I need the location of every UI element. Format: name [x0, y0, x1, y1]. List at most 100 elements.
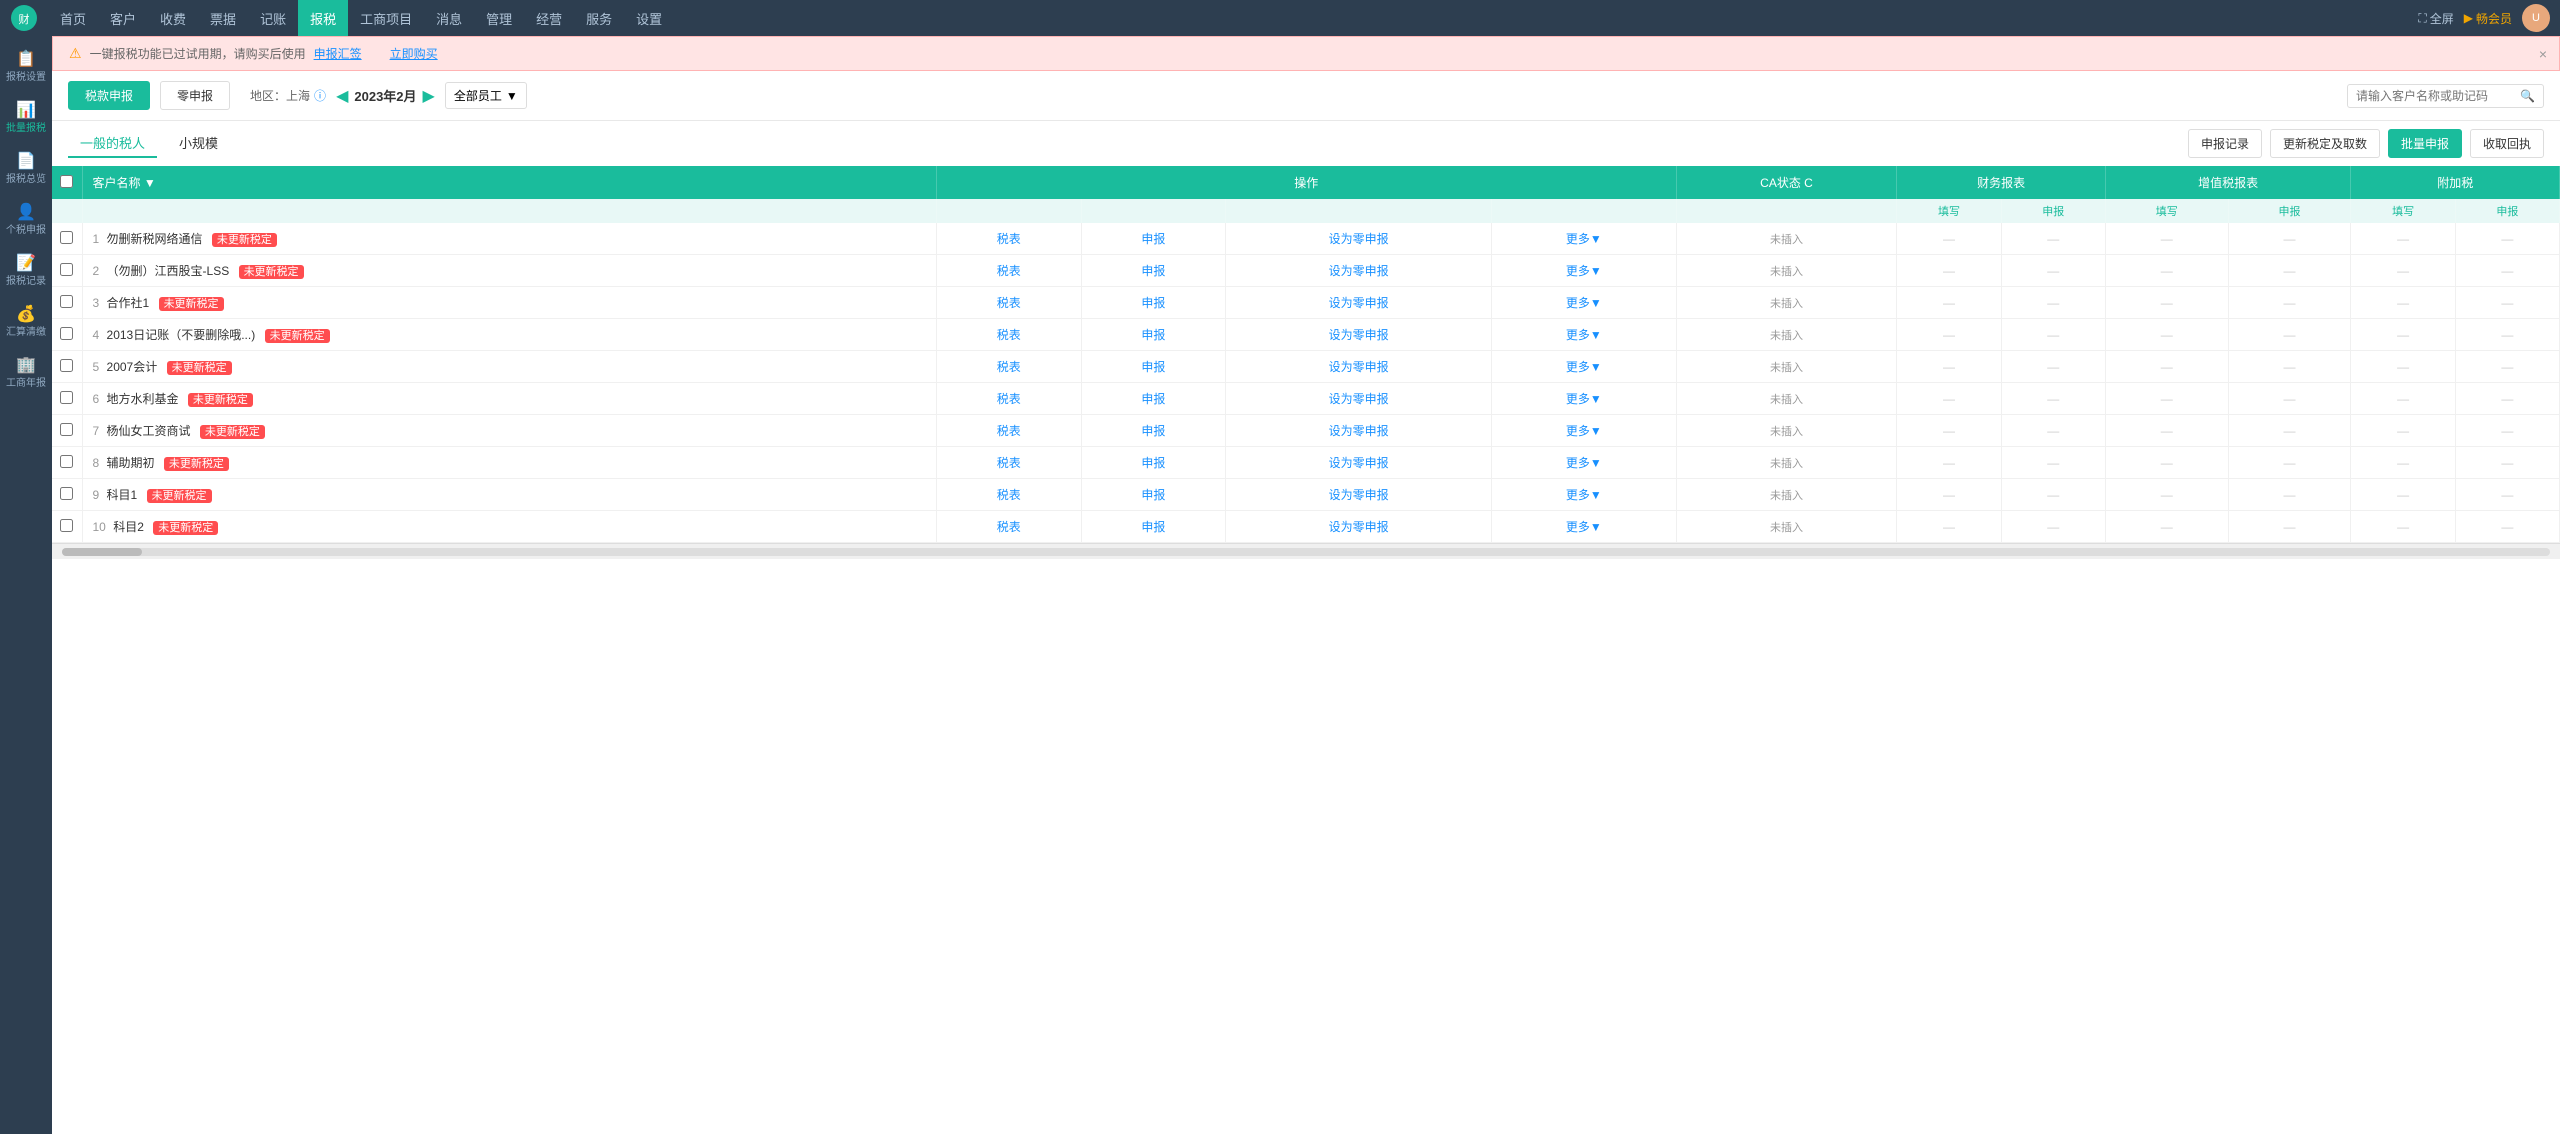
row-check-1[interactable] — [60, 263, 73, 276]
row-op4-0[interactable]: 更多▼ — [1491, 223, 1676, 255]
sidebar-item-tax-overview[interactable]: 📄 报税总览 — [0, 143, 52, 194]
logo[interactable]: 财 — [10, 4, 38, 32]
row-op1-8[interactable]: 税表 — [936, 479, 1081, 511]
sidebar-item-tax-records[interactable]: 📝 报税记录 — [0, 245, 52, 296]
nav-business[interactable]: 工商项目 — [348, 0, 424, 36]
scroll-thumb[interactable] — [62, 548, 142, 556]
row-op1-3[interactable]: 税表 — [936, 319, 1081, 351]
user-avatar[interactable]: U — [2522, 4, 2550, 32]
row-check-9[interactable] — [60, 519, 73, 532]
row-op3-7[interactable]: 设为零申报 — [1226, 447, 1492, 479]
sidebar-item-tax-settings[interactable]: 📋 报税设置 — [0, 41, 52, 92]
notice-link-report[interactable]: 申报汇签 — [314, 45, 362, 62]
row-check-4[interactable] — [60, 359, 73, 372]
row-op4-6[interactable]: 更多▼ — [1491, 415, 1676, 447]
nav-service[interactable]: 服务 — [574, 0, 624, 36]
apply-record-button[interactable]: 申报记录 — [2188, 129, 2262, 158]
date-next-arrow[interactable]: ▶ — [423, 86, 435, 106]
row-op1-6[interactable]: 税表 — [936, 415, 1081, 447]
row-op2-2[interactable]: 申报 — [1081, 287, 1226, 319]
retrieve-button[interactable]: 收取回执 — [2470, 129, 2544, 158]
row-op4-7[interactable]: 更多▼ — [1491, 447, 1676, 479]
update-tax-rate-button[interactable]: 更新税定及取数 — [2270, 129, 2380, 158]
row-op3-6[interactable]: 设为零申报 — [1226, 415, 1492, 447]
row-op1-2[interactable]: 税表 — [936, 287, 1081, 319]
row-op1-4[interactable]: 税表 — [936, 351, 1081, 383]
staff-selector[interactable]: 全部员工 ▼ — [445, 82, 527, 109]
batch-apply-button[interactable]: 批量申报 — [2388, 129, 2462, 158]
nav-operation[interactable]: 经营 — [524, 0, 574, 36]
row-op3-5[interactable]: 设为零申报 — [1226, 383, 1492, 415]
row-check-7[interactable] — [60, 455, 73, 468]
row-op3-0[interactable]: 设为零申报 — [1226, 223, 1492, 255]
search-input[interactable] — [2356, 89, 2516, 103]
nav-tax[interactable]: 报税 — [298, 0, 348, 36]
date-prev-arrow[interactable]: ◀ — [336, 86, 348, 106]
nav-settings[interactable]: 设置 — [624, 0, 674, 36]
sidebar-item-batch-tax[interactable]: 📊 批量报税 — [0, 92, 52, 143]
type-tab-general[interactable]: 一般的税人 — [68, 129, 157, 158]
notice-link-buy[interactable]: 立即购买 — [390, 45, 438, 62]
tab-zero-declaration[interactable]: 零申报 — [160, 81, 230, 110]
tab-tax-declaration[interactable]: 税款申报 — [68, 81, 150, 110]
row-op4-3[interactable]: 更多▼ — [1491, 319, 1676, 351]
notice-close-button[interactable]: × — [2539, 46, 2547, 62]
row-op2-6[interactable]: 申报 — [1081, 415, 1226, 447]
row-op3-8[interactable]: 设为零申报 — [1226, 479, 1492, 511]
table-row: 6 地方水利基金 未更新税定 税表 申报 设为零申报 更多▼ 未插入 — — —… — [52, 383, 2560, 415]
row-op2-3[interactable]: 申报 — [1081, 319, 1226, 351]
row-op3-3[interactable]: 设为零申报 — [1226, 319, 1492, 351]
sidebar-label-tax-records: 报税记录 — [6, 276, 46, 288]
row-op2-9[interactable]: 申报 — [1081, 511, 1226, 543]
nav-manage[interactable]: 管理 — [474, 0, 524, 36]
row-op4-4[interactable]: 更多▼ — [1491, 351, 1676, 383]
nav-billing[interactable]: 收费 — [148, 0, 198, 36]
search-icon[interactable]: 🔍 — [2520, 89, 2535, 103]
scroll-track[interactable] — [62, 548, 2550, 556]
row-op2-8[interactable]: 申报 — [1081, 479, 1226, 511]
row-op3-1[interactable]: 设为零申报 — [1226, 255, 1492, 287]
nav-home[interactable]: 首页 — [48, 0, 98, 36]
row-op3-2[interactable]: 设为零申报 — [1226, 287, 1492, 319]
fullscreen-button[interactable]: ⛶ 全屏 — [2418, 10, 2453, 27]
nav-bookkeeping[interactable]: 记账 — [248, 0, 298, 36]
row-check-6[interactable] — [60, 423, 73, 436]
row-op2-4[interactable]: 申报 — [1081, 351, 1226, 383]
horizontal-scrollbar[interactable] — [52, 543, 2560, 559]
select-all-checkbox[interactable] — [60, 175, 73, 188]
sidebar-item-settlement[interactable]: 💰 汇算清缴 — [0, 296, 52, 347]
type-tab-small[interactable]: 小规模 — [167, 129, 230, 158]
row-op2-5[interactable]: 申报 — [1081, 383, 1226, 415]
row-check-5[interactable] — [60, 391, 73, 404]
row-check-2[interactable] — [60, 295, 73, 308]
row-op3-9[interactable]: 设为零申报 — [1226, 511, 1492, 543]
row-op2-1[interactable]: 申报 — [1081, 255, 1226, 287]
nav-customer[interactable]: 客户 — [98, 0, 148, 36]
row-op1-5[interactable]: 税表 — [936, 383, 1081, 415]
row-op4-2[interactable]: 更多▼ — [1491, 287, 1676, 319]
row-op2-7[interactable]: 申报 — [1081, 447, 1226, 479]
row-checkbox-7 — [52, 447, 82, 479]
region-info-icon[interactable]: ⓘ — [314, 87, 326, 104]
row-op2-0[interactable]: 申报 — [1081, 223, 1226, 255]
row-check-8[interactable] — [60, 487, 73, 500]
nav-message[interactable]: 消息 — [424, 0, 474, 36]
nav-invoice[interactable]: 票据 — [198, 0, 248, 36]
row-op4-5[interactable]: 更多▼ — [1491, 383, 1676, 415]
row-op3-4[interactable]: 设为零申报 — [1226, 351, 1492, 383]
row-op1-1[interactable]: 税表 — [936, 255, 1081, 287]
row-check-0[interactable] — [60, 231, 73, 244]
row-f6-5: — — [2455, 383, 2559, 415]
row-f1-5: — — [1897, 383, 2001, 415]
row-f2-3: — — [2001, 319, 2105, 351]
sidebar-item-annual-report[interactable]: 🏢 工商年报 — [0, 347, 52, 398]
upgrade-button[interactable]: ▶ 畅会员 — [2464, 10, 2512, 27]
row-op1-0[interactable]: 税表 — [936, 223, 1081, 255]
sidebar-item-personal-tax[interactable]: 👤 个税申报 — [0, 194, 52, 245]
row-check-3[interactable] — [60, 327, 73, 340]
row-op4-1[interactable]: 更多▼ — [1491, 255, 1676, 287]
row-op1-9[interactable]: 税表 — [936, 511, 1081, 543]
row-op4-9[interactable]: 更多▼ — [1491, 511, 1676, 543]
row-op1-7[interactable]: 税表 — [936, 447, 1081, 479]
row-op4-8[interactable]: 更多▼ — [1491, 479, 1676, 511]
